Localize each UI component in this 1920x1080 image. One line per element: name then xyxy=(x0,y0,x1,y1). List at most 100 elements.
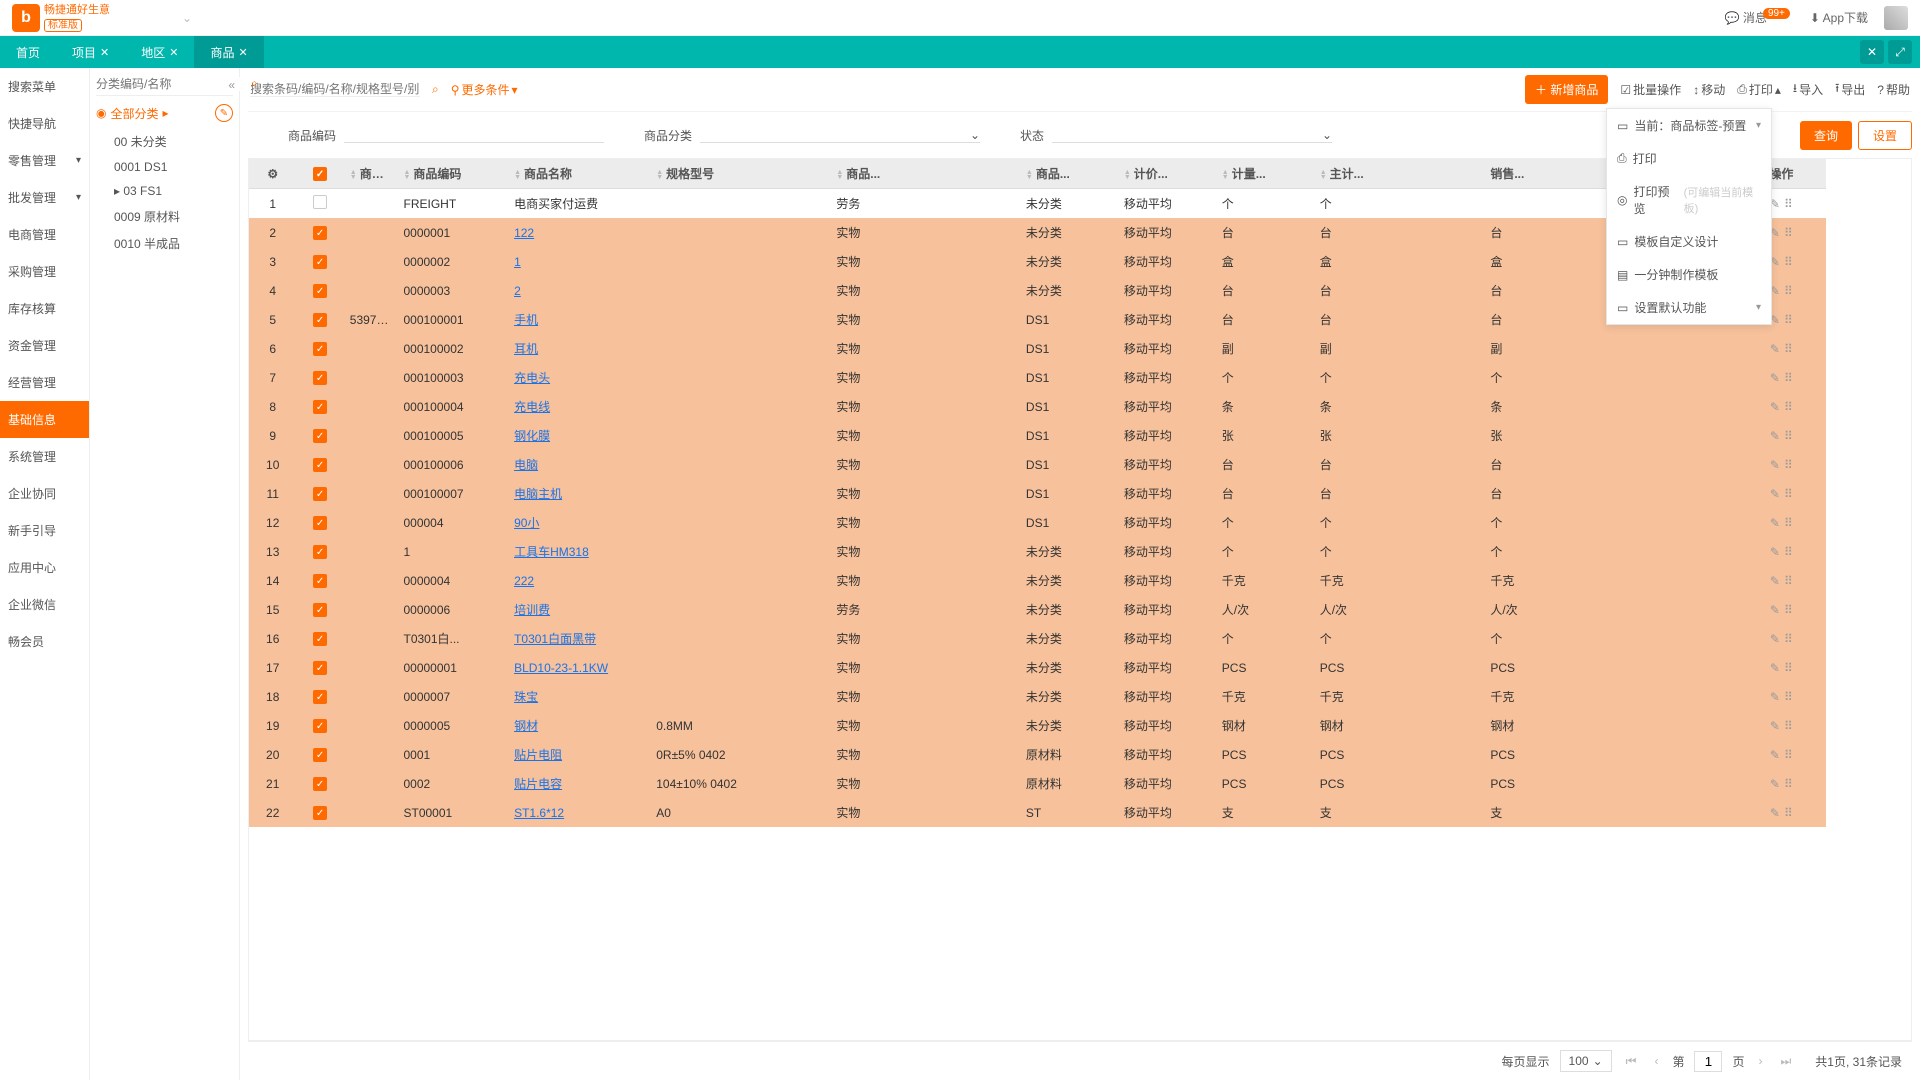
edit-icon[interactable]: ✎ xyxy=(1770,748,1780,762)
row-checkbox[interactable] xyxy=(296,189,343,219)
edit-icon[interactable]: ✎ xyxy=(1770,690,1780,704)
row-checkbox[interactable]: ✓ xyxy=(296,508,343,537)
close-all-icon[interactable]: ✕ xyxy=(1860,40,1884,64)
sidebar-item-畅会员[interactable]: 畅会员 xyxy=(0,623,89,660)
table-row[interactable]: 6✓000100002耳机实物DS1移动平均副副副✎⠿ xyxy=(249,334,1911,363)
select-all-checkbox[interactable]: ✓ xyxy=(296,159,343,189)
tab-商品[interactable]: 商品✕ xyxy=(194,36,263,68)
table-row[interactable]: 16✓T0301白...T0301白面黑带实物未分类移动平均个个个✎⠿ xyxy=(249,624,1911,653)
sidebar-item-经营管理[interactable]: 经营管理 xyxy=(0,364,89,401)
product-name-link[interactable]: 耳机 xyxy=(514,342,538,356)
tree-root[interactable]: ◉ 全部分类 ▸ ✎ xyxy=(96,104,233,122)
table-row[interactable]: 11✓000100007电脑主机实物DS1移动平均台台台✎⠿ xyxy=(249,479,1911,508)
table-row[interactable]: 19✓0000005钢材0.8MM实物未分类移动平均钢材钢材钢材✎⠿ xyxy=(249,711,1911,740)
filter-status-select[interactable]: ⌄ xyxy=(1052,128,1332,143)
product-name-link[interactable]: 充电头 xyxy=(514,371,550,385)
edit-icon[interactable]: ✎ xyxy=(1770,545,1780,559)
more-icon[interactable]: ⠿ xyxy=(1784,806,1793,820)
page-input[interactable] xyxy=(1694,1051,1722,1072)
edit-icon[interactable]: ✎ xyxy=(1770,458,1780,472)
first-page-icon[interactable]: ⏮ xyxy=(1622,1054,1641,1069)
row-checkbox[interactable]: ✓ xyxy=(296,624,343,653)
export-link[interactable]: ⭱ 导出 xyxy=(1835,79,1865,100)
sidebar-item-系统管理[interactable]: 系统管理 xyxy=(0,438,89,475)
table-row[interactable]: 14✓0000004222实物未分类移动平均千克千克千克✎⠿ xyxy=(249,566,1911,595)
th-main[interactable]: ▲▼主计... xyxy=(1314,159,1390,189)
row-checkbox[interactable]: ✓ xyxy=(296,769,343,798)
close-icon[interactable]: ✕ xyxy=(169,46,178,59)
more-icon[interactable]: ⠿ xyxy=(1784,690,1793,704)
search-icon[interactable]: ⌕ xyxy=(251,76,258,91)
table-row[interactable]: 17✓00000001BLD10-23-1.1KW实物未分类移动平均PCSPCS… xyxy=(249,653,1911,682)
product-name-link[interactable]: 工具车HM318 xyxy=(514,545,589,559)
dropdown-item[interactable]: ▭当前：商品标签-预置▾ xyxy=(1607,109,1771,142)
row-checkbox[interactable]: ✓ xyxy=(296,218,343,247)
sidebar-item-企业协同[interactable]: 企业协同 xyxy=(0,475,89,512)
product-name-link[interactable]: 贴片电容 xyxy=(514,777,562,791)
more-icon[interactable]: ⠿ xyxy=(1784,574,1793,588)
sidebar-item-库存核算[interactable]: 库存核算 xyxy=(0,290,89,327)
product-name-link[interactable]: 2 xyxy=(514,284,521,298)
tree-node[interactable]: 0010 半成品 xyxy=(96,230,233,257)
more-icon[interactable]: ⠿ xyxy=(1784,516,1793,530)
product-name-link[interactable]: 贴片电阻 xyxy=(514,748,562,762)
row-checkbox[interactable]: ✓ xyxy=(296,711,343,740)
more-icon[interactable]: ⠿ xyxy=(1784,719,1793,733)
th-code[interactable]: ▲▼商品编码 xyxy=(397,159,508,189)
sidebar-item-资金管理[interactable]: 资金管理 xyxy=(0,327,89,364)
row-checkbox[interactable]: ✓ xyxy=(296,305,343,334)
edit-icon[interactable]: ✎ xyxy=(215,104,233,122)
more-icon[interactable]: ⠿ xyxy=(1784,197,1793,211)
row-checkbox[interactable]: ✓ xyxy=(296,421,343,450)
more-icon[interactable]: ⠿ xyxy=(1784,429,1793,443)
sidebar-item-基础信息[interactable]: 基础信息 xyxy=(0,401,89,438)
messages-link[interactable]: 💬 消息99+ xyxy=(1725,9,1794,26)
th-name[interactable]: ▲▼商品名称 xyxy=(508,159,650,189)
table-row[interactable]: 12✓00000490小实物DS1移动平均个个个✎⠿ xyxy=(249,508,1911,537)
product-name-link[interactable]: 培训费 xyxy=(514,603,550,617)
product-name-link[interactable]: 手机 xyxy=(514,313,538,327)
app-download-link[interactable]: ⬇ App下载 xyxy=(1810,9,1868,26)
table-row[interactable]: 21✓0002贴片电容104±10% 0402实物原材料移动平均PCSPCSPC… xyxy=(249,769,1911,798)
product-name-link[interactable]: 222 xyxy=(514,574,534,588)
th-cls[interactable]: ▲▼商品... xyxy=(1020,159,1118,189)
more-icon[interactable]: ⠿ xyxy=(1784,545,1793,559)
print-link[interactable]: ⎙ 打印 ▴ xyxy=(1737,81,1781,98)
sidebar-item-快捷导航[interactable]: 快捷导航 xyxy=(0,105,89,142)
row-checkbox[interactable]: ✓ xyxy=(296,537,343,566)
row-checkbox[interactable]: ✓ xyxy=(296,363,343,392)
more-icon[interactable]: ⠿ xyxy=(1784,458,1793,472)
sidebar-item-批发管理[interactable]: 批发管理▾ xyxy=(0,179,89,216)
product-name-link[interactable]: 122 xyxy=(514,226,534,240)
edit-icon[interactable]: ✎ xyxy=(1770,400,1780,414)
more-icon[interactable]: ⠿ xyxy=(1784,661,1793,675)
tree-node[interactable]: 0001 DS1 xyxy=(96,155,233,179)
more-icon[interactable]: ⠿ xyxy=(1784,371,1793,385)
edit-icon[interactable]: ✎ xyxy=(1770,342,1780,356)
tree-node[interactable]: 0009 原材料 xyxy=(96,203,233,230)
edit-icon[interactable]: ✎ xyxy=(1770,661,1780,675)
edit-icon[interactable]: ✎ xyxy=(1770,574,1780,588)
more-icon[interactable]: ⠿ xyxy=(1784,603,1793,617)
table-row[interactable]: 9✓000100005钢化膜实物DS1移动平均张张张✎⠿ xyxy=(249,421,1911,450)
row-checkbox[interactable]: ✓ xyxy=(296,682,343,711)
close-icon[interactable]: ✕ xyxy=(239,46,248,59)
product-name-link[interactable]: 90小 xyxy=(514,516,539,530)
move-link[interactable]: ↕ 移动 xyxy=(1693,81,1725,98)
more-filter-link[interactable]: ⚲ 更多条件 ▾ xyxy=(451,81,518,98)
batch-action-link[interactable]: ☑ 批量操作 xyxy=(1620,81,1681,98)
filter-code-input[interactable] xyxy=(344,128,604,143)
product-name-link[interactable]: 珠宝 xyxy=(514,690,538,704)
query-button[interactable]: 查询 xyxy=(1800,121,1852,150)
row-checkbox[interactable]: ✓ xyxy=(296,392,343,421)
dropdown-item[interactable]: ⎙打印 xyxy=(1607,142,1771,175)
sidebar-item-应用中心[interactable]: 应用中心 xyxy=(0,549,89,586)
dropdown-item[interactable]: ▤一分钟制作模板 xyxy=(1607,258,1771,291)
product-name-link[interactable]: 钢化膜 xyxy=(514,429,550,443)
fullscreen-icon[interactable]: ⤢ xyxy=(1888,40,1912,64)
sidebar-item-电商管理[interactable]: 电商管理 xyxy=(0,216,89,253)
edit-icon[interactable]: ✎ xyxy=(1770,429,1780,443)
edit-icon[interactable]: ✎ xyxy=(1770,487,1780,501)
row-checkbox[interactable]: ✓ xyxy=(296,653,343,682)
edit-icon[interactable]: ✎ xyxy=(1770,777,1780,791)
